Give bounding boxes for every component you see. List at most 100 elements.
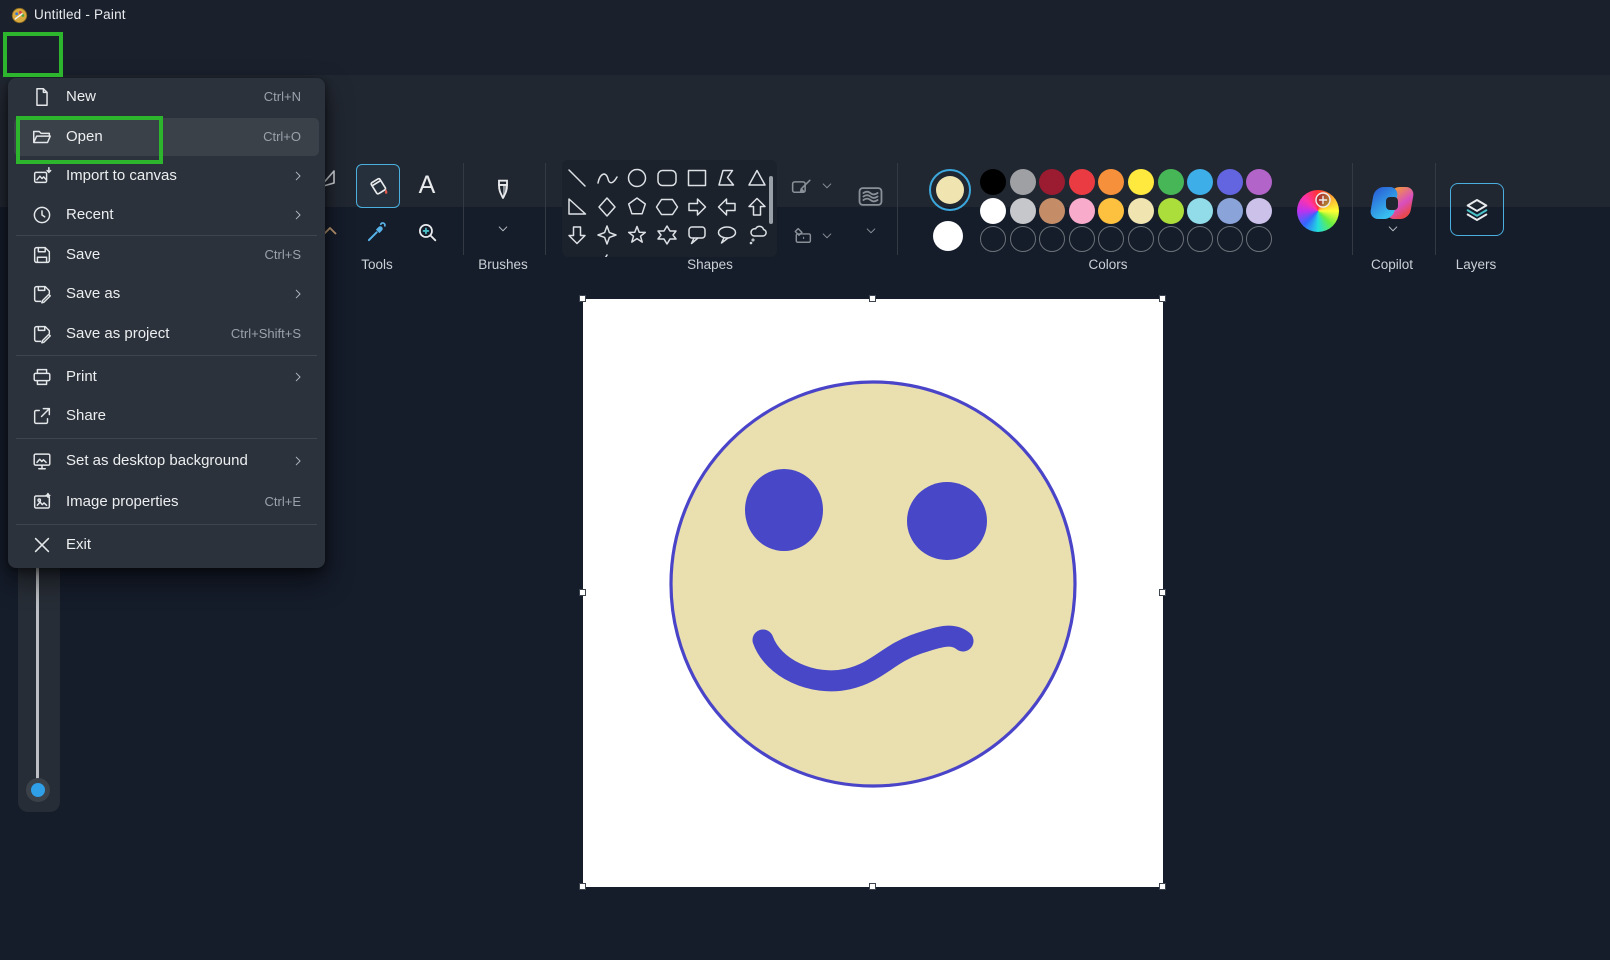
palette-empty-slot[interactable] (1039, 226, 1066, 253)
menu-item-image-properties[interactable]: Image properties Ctrl+E (14, 483, 319, 521)
shape-rounded-callout-icon[interactable] (688, 226, 706, 245)
menu-item-save[interactable]: Save Ctrl+S (14, 236, 319, 274)
palette-color-swatch[interactable] (1128, 197, 1154, 224)
palette-empty-slot[interactable] (1009, 226, 1036, 253)
menu-item-set-as-desktop-background[interactable]: Set as desktop background (14, 442, 319, 480)
palette-color-swatch[interactable] (1246, 197, 1273, 224)
shape-arrow-down-icon[interactable] (568, 226, 586, 245)
palette-color-swatch[interactable] (1216, 197, 1243, 224)
selection-handle-e[interactable] (1159, 589, 1166, 596)
palette-color-swatch[interactable] (1098, 197, 1125, 224)
shape-curve-icon[interactable] (597, 173, 618, 184)
shape-arrow-up-icon[interactable] (748, 197, 766, 216)
shape-arrow-left-icon[interactable] (717, 198, 736, 216)
secondary-color-swatch[interactable] (933, 221, 963, 251)
palette-color-swatch[interactable] (1187, 197, 1214, 224)
shape-line-icon[interactable] (568, 169, 586, 187)
menu-item-new[interactable]: New Ctrl+N (14, 78, 319, 116)
layers-button[interactable] (1450, 183, 1504, 236)
palette-color-swatch[interactable] (980, 197, 1006, 224)
ribbon-divider (545, 163, 546, 255)
brushes-button[interactable] (487, 175, 519, 209)
menu-item-print[interactable]: Print (14, 358, 319, 396)
palette-color-swatch[interactable] (1098, 169, 1125, 195)
thickness-button[interactable] (855, 181, 886, 212)
palette-color-swatch[interactable] (1068, 197, 1095, 224)
palette-color-swatch[interactable] (1246, 169, 1273, 195)
menu-item-recent[interactable]: Recent (14, 196, 319, 234)
shape-six-point-star-icon[interactable] (657, 225, 677, 245)
menu-item-save-as-project[interactable]: Save as project Ctrl+Shift+S (14, 315, 319, 353)
window-title: Untitled - Paint (34, 7, 126, 22)
palette-color-swatch[interactable] (1039, 197, 1066, 224)
eyedropper-icon (367, 221, 386, 242)
palette-color-swatch[interactable] (1009, 197, 1036, 224)
palette-empty-slot[interactable] (1187, 226, 1214, 253)
shape-pentagon-icon[interactable] (627, 197, 647, 215)
shape-oval-callout-icon[interactable] (717, 226, 737, 244)
fill-bucket-tool[interactable] (356, 164, 400, 208)
shape-four-point-star-icon[interactable] (597, 225, 617, 245)
shape-right-triangle-icon[interactable] (568, 198, 587, 215)
paint-canvas[interactable] (579, 295, 1166, 890)
shape-hexagon-icon[interactable] (655, 198, 679, 216)
palette-empty-slot[interactable] (1246, 226, 1273, 253)
menu-item-exit[interactable]: Exit (14, 526, 319, 564)
palette-color-swatch[interactable] (1128, 169, 1154, 195)
selection-handle-sw[interactable] (579, 883, 586, 890)
shapes-group-label: Shapes (687, 257, 733, 272)
shape-rectangle-icon[interactable] (687, 169, 707, 187)
shape-arrow-right-icon[interactable] (688, 198, 707, 216)
palette-color-swatch[interactable] (1157, 197, 1184, 224)
palette-color-swatch[interactable] (1068, 169, 1095, 195)
palette-color-swatch[interactable] (980, 169, 1006, 195)
slider-thumb[interactable] (26, 778, 50, 802)
shape-triangle-icon[interactable] (748, 169, 766, 186)
shape-oval-icon[interactable] (627, 168, 647, 188)
selection-handle-n[interactable] (869, 295, 876, 302)
palette-empty-slot[interactable] (1128, 226, 1154, 253)
shape-polygon-icon[interactable] (718, 169, 735, 186)
menu-item-shortcut: Ctrl+N (263, 89, 301, 104)
chevron-down-icon[interactable] (864, 224, 878, 238)
selection-handle-s[interactable] (869, 883, 876, 890)
palette-empty-slot[interactable] (1068, 226, 1095, 253)
ribbon-divider (897, 163, 898, 255)
clock-icon (33, 206, 51, 224)
slider-track[interactable] (36, 554, 39, 784)
selection-handle-w[interactable] (579, 589, 586, 596)
shape-rounded-rectangle-icon[interactable] (657, 169, 677, 187)
palette-empty-slot[interactable] (1157, 226, 1184, 253)
shapes-scrollbar[interactable] (769, 176, 773, 224)
selection-handle-nw[interactable] (579, 295, 586, 302)
shape-five-point-star-icon[interactable] (627, 225, 647, 243)
palette-color-swatch[interactable] (1187, 169, 1214, 195)
palette-color-swatch[interactable] (1009, 169, 1036, 195)
palette-color-swatch[interactable] (1039, 169, 1066, 195)
shape-cloud-callout-icon[interactable] (749, 225, 767, 245)
selection-handle-se[interactable] (1159, 883, 1166, 890)
text-tool[interactable]: A (406, 164, 448, 206)
menu-item-label: Recent (66, 206, 114, 223)
chevron-down-icon[interactable] (496, 222, 510, 236)
palette-empty-slot[interactable] (1216, 226, 1243, 253)
chevron-down-icon[interactable] (820, 179, 834, 193)
shape-outline-button[interactable] (789, 173, 814, 198)
shape-fill-button[interactable] (789, 223, 814, 248)
chevron-down-icon[interactable] (1386, 222, 1400, 236)
palette-color-swatch[interactable] (1216, 169, 1243, 195)
foreground-color-swatch[interactable] (929, 169, 971, 211)
selection-handle-ne[interactable] (1159, 295, 1166, 302)
palette-empty-slot[interactable] (980, 226, 1006, 253)
menu-item-share[interactable]: Share (14, 397, 319, 435)
menu-item-save-as[interactable]: Save as (14, 275, 319, 313)
palette-empty-slot[interactable] (1098, 226, 1125, 253)
eyedropper-tool[interactable] (356, 211, 398, 253)
shape-diamond-icon[interactable] (598, 197, 616, 217)
shape-lightning-icon[interactable] (601, 254, 608, 257)
chevron-down-icon[interactable] (820, 229, 834, 243)
magnifier-tool[interactable] (406, 211, 448, 253)
palette-color-swatch[interactable] (1157, 169, 1184, 195)
fill-bucket-icon (369, 176, 388, 195)
copilot-button[interactable] (1369, 185, 1415, 223)
